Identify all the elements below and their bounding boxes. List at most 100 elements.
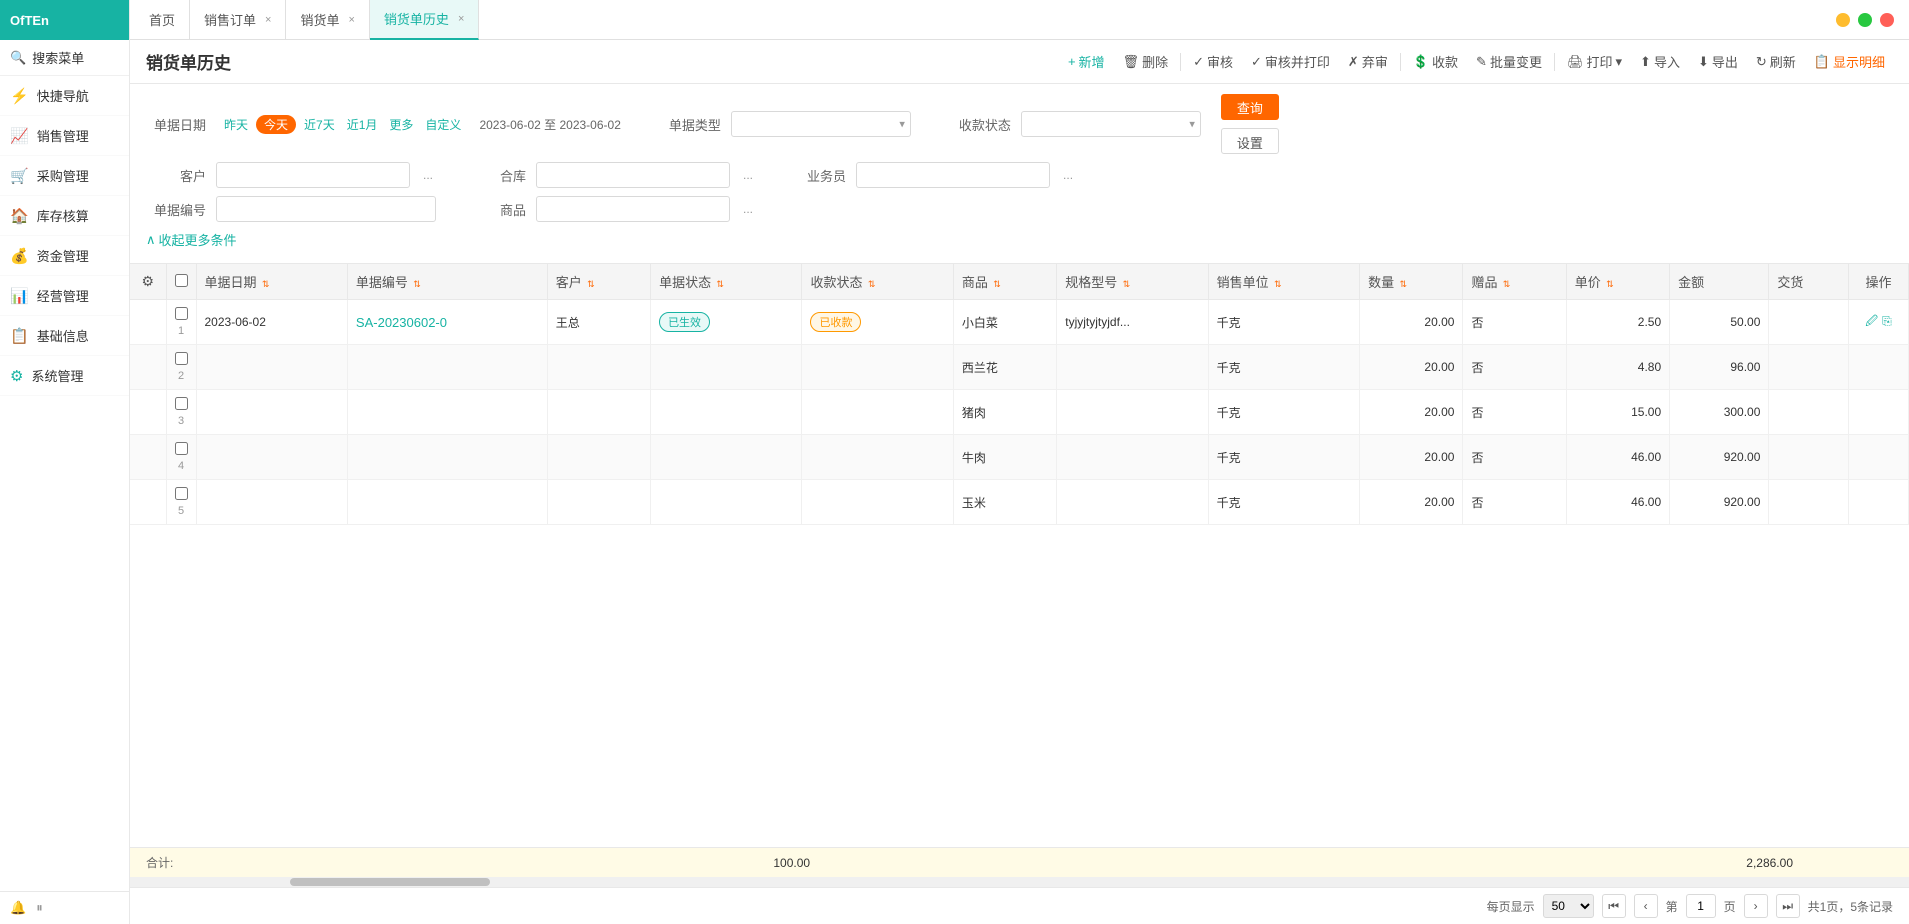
- col-sales-unit[interactable]: 销售单位 ⇅: [1208, 264, 1359, 300]
- sidebar-item-sales-mgmt[interactable]: 📈 销售管理: [0, 116, 129, 156]
- tab-close-sales-delivery[interactable]: ×: [348, 14, 354, 26]
- row-doc-date: 2023-06-02: [196, 300, 347, 345]
- new-button[interactable]: + 新增: [1060, 48, 1113, 75]
- col-payment-status[interactable]: 收款状态 ⇅: [802, 264, 953, 300]
- tab-close-sales-history[interactable]: ×: [458, 13, 464, 25]
- row-checkbox[interactable]: [175, 442, 188, 455]
- row-sales-unit: 千克: [1208, 300, 1359, 345]
- tab-close-sales-order[interactable]: ×: [265, 14, 271, 26]
- tab-sales-delivery[interactable]: 销货单 ×: [286, 0, 369, 40]
- sidebar-item-operations[interactable]: 📊 经营管理: [0, 276, 129, 316]
- row-checkbox[interactable]: [175, 397, 188, 410]
- sidebar-item-inventory[interactable]: 🏠 库存核算: [0, 196, 129, 236]
- audit-print-button[interactable]: ✓ 审核并打印: [1243, 48, 1338, 75]
- close-button[interactable]: [1880, 13, 1894, 27]
- shortcut-more[interactable]: 更多: [385, 115, 417, 134]
- show-details-button[interactable]: 📋 显示明细: [1806, 48, 1893, 75]
- tab-sales-order[interactable]: 销售订单 ×: [190, 0, 286, 40]
- query-button[interactable]: 查询: [1221, 94, 1279, 120]
- maximize-button[interactable]: [1858, 13, 1872, 27]
- goods-input[interactable]: [536, 196, 730, 222]
- batch-change-button[interactable]: ✎ 批量变更: [1468, 48, 1550, 75]
- sidebar-bottom-icon1[interactable]: 🔔: [10, 900, 26, 916]
- per-page-select[interactable]: 50 100 200: [1543, 894, 1594, 918]
- row-customer: 王总: [547, 300, 650, 345]
- row-checkbox-cell: 4: [166, 435, 196, 480]
- shortcut-today[interactable]: 今天: [256, 115, 296, 134]
- audit-button[interactable]: ✓ 审核: [1185, 48, 1241, 75]
- row-doc-date: [196, 345, 347, 390]
- first-page-button[interactable]: ⏮: [1602, 894, 1626, 918]
- warehouse-input[interactable]: [536, 162, 730, 188]
- doc-no-link[interactable]: SA-20230602-0: [356, 315, 447, 330]
- shortcut-last1month[interactable]: 近1月: [343, 115, 382, 134]
- goods-ellipsis[interactable]: ...: [740, 202, 756, 216]
- filter-row-3: 单据编号 商品 ...: [146, 196, 1893, 222]
- sidebar-item-purchase-mgmt[interactable]: 🛒 采购管理: [0, 156, 129, 196]
- row-quantity: 20.00: [1360, 300, 1463, 345]
- customer-ellipsis[interactable]: ...: [420, 168, 436, 182]
- row-checkbox[interactable]: [175, 352, 188, 365]
- row-checkbox[interactable]: [175, 487, 188, 500]
- tab-home[interactable]: 首页: [135, 0, 190, 40]
- col-doc-date[interactable]: 单据日期 ⇅: [196, 264, 347, 300]
- row-doc-no: [347, 435, 547, 480]
- page-number-input[interactable]: [1686, 894, 1716, 918]
- import-button[interactable]: ⬆ 导入: [1632, 48, 1688, 75]
- table-settings-icon[interactable]: ⚙: [141, 273, 154, 289]
- shortcut-yesterday[interactable]: 昨天: [220, 115, 252, 134]
- select-all-checkbox[interactable]: [175, 274, 188, 287]
- sidebar-bottom-icon2[interactable]: ⏸: [36, 900, 43, 916]
- col-unit-price[interactable]: 单价 ⇅: [1566, 264, 1669, 300]
- abandon-button[interactable]: ✗ 弃审: [1340, 48, 1396, 75]
- delete-button[interactable]: 🗑 删除: [1115, 48, 1177, 75]
- edit-op-button[interactable]: 🖉: [1865, 314, 1878, 328]
- payment-status-select[interactable]: [1021, 111, 1201, 137]
- refresh-button[interactable]: ↻ 刷新: [1748, 48, 1804, 75]
- warehouse-ellipsis[interactable]: ...: [740, 168, 756, 182]
- tab-sales-history[interactable]: 销货单历史 ×: [370, 0, 479, 40]
- sales-icon: 📈: [10, 127, 29, 145]
- col-goods[interactable]: 商品 ⇅: [953, 264, 1056, 300]
- sort-doc-no-icon: ⇅: [413, 279, 421, 289]
- col-doc-status[interactable]: 单据状态 ⇅: [651, 264, 802, 300]
- col-customer[interactable]: 客户 ⇅: [547, 264, 650, 300]
- export-button[interactable]: ⬇ 导出: [1690, 48, 1746, 75]
- col-spec-type[interactable]: 规格型号 ⇅: [1057, 264, 1208, 300]
- shortcut-last7days[interactable]: 近7天: [300, 115, 339, 134]
- sidebar-item-system-mgmt[interactable]: ⚙ 系统管理: [0, 356, 129, 396]
- sidebar-item-basic-info[interactable]: 📋 基础信息: [0, 316, 129, 356]
- sidebar-item-search-menu[interactable]: 🔍 搜索菜单: [0, 40, 129, 76]
- sort-spec-type-icon: ⇅: [1123, 279, 1131, 289]
- collapse-filters[interactable]: ∧ 收起更多条件: [146, 230, 1893, 249]
- col-quantity[interactable]: 数量 ⇅: [1360, 264, 1463, 300]
- shortcut-custom[interactable]: 自定义: [421, 115, 465, 134]
- customer-input[interactable]: [216, 162, 410, 188]
- col-checkbox: [166, 264, 196, 300]
- next-page-button[interactable]: ›: [1744, 894, 1768, 918]
- doc-type-select-wrapper: [731, 111, 911, 137]
- last-page-button[interactable]: ⏭: [1776, 894, 1800, 918]
- col-doc-no[interactable]: 单据编号 ⇅: [347, 264, 547, 300]
- col-settings[interactable]: ⚙: [130, 264, 166, 300]
- row-doc-no: SA-20230602-0: [347, 300, 547, 345]
- audit-print-icon: ✓: [1251, 54, 1262, 70]
- doc-type-select[interactable]: [731, 111, 911, 137]
- sidebar-item-finance[interactable]: 💰 资金管理: [0, 236, 129, 276]
- row-spec-type: [1057, 480, 1208, 525]
- print-button[interactable]: 🖨 打印 ▾: [1559, 48, 1630, 75]
- doc-no-input[interactable]: [216, 196, 436, 222]
- copy-op-button[interactable]: ⎘: [1882, 314, 1892, 328]
- salesperson-input[interactable]: [856, 162, 1050, 188]
- horizontal-scrollbar[interactable]: [130, 877, 1909, 887]
- sidebar-item-quick-nav[interactable]: ⚡ 快捷导航: [0, 76, 129, 116]
- salesperson-ellipsis[interactable]: ...: [1060, 168, 1076, 182]
- row-checkbox[interactable]: [175, 307, 188, 320]
- settings-button[interactable]: 设置: [1221, 128, 1279, 154]
- scrollbar-thumb[interactable]: [290, 878, 490, 886]
- minimize-button[interactable]: [1836, 13, 1850, 27]
- col-gift[interactable]: 赠品 ⇅: [1463, 264, 1566, 300]
- prev-page-button[interactable]: ‹: [1634, 894, 1658, 918]
- collect-button[interactable]: 💲 收款: [1405, 48, 1466, 75]
- row-customer: [547, 435, 650, 480]
